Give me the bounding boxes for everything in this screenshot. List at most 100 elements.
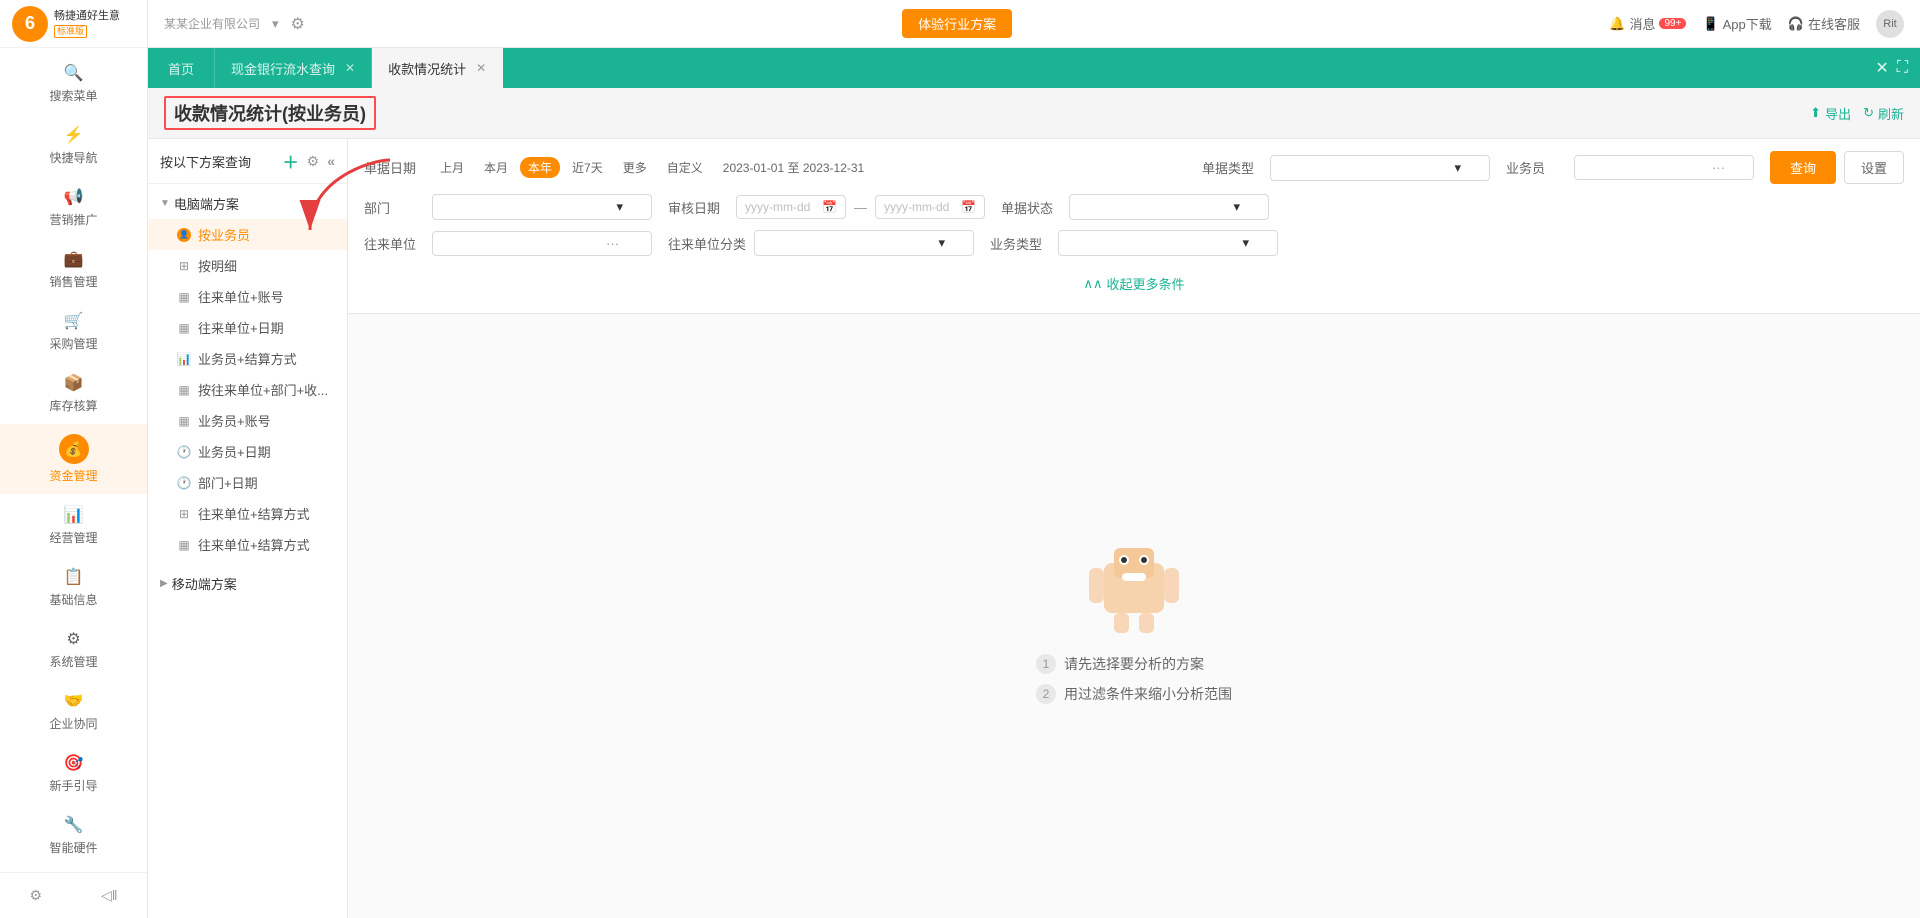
doc-status-select[interactable]: ▾ (1069, 194, 1269, 220)
collapse-bar[interactable]: ∧∧ 收起更多条件 (364, 266, 1904, 301)
tree-item-by-detail[interactable]: ⊞ 按明细 (148, 250, 347, 281)
sidebar-item-marketing[interactable]: 📢 营销推广 (0, 176, 147, 238)
refresh-icon: ↻ (1863, 105, 1874, 121)
sidebar-nav: 🔍 搜索菜单 ⚡ 快捷导航 📢 营销推广 💼 销售管理 🛒 采购管理 📦 库存核… (0, 48, 147, 872)
sidebar-item-basic-info[interactable]: 📋 基础信息 (0, 556, 147, 618)
table-icon-1: ▦ (176, 289, 192, 305)
mobile-section-title[interactable]: ▶ 移动端方案 (148, 568, 347, 599)
table-icon-5: ▦ (176, 537, 192, 553)
chevron-down-icon-4: ▾ (938, 235, 945, 251)
set-button[interactable]: 设置 (1844, 151, 1904, 184)
tree-item-by-salesperson-account[interactable]: ▦ 业务员+账号 (148, 405, 347, 436)
app-download-item[interactable]: 📱 App下载 (1702, 14, 1771, 33)
sidebar-item-guide[interactable]: 🎯 新手引导 (0, 742, 147, 804)
tab-collection-stat[interactable]: 收款情况统计 ✕ (372, 48, 503, 88)
review-date-group: yyyy-mm-dd 📅 — yyyy-mm-dd 📅 (736, 195, 985, 219)
tree-item-by-salesperson-date[interactable]: 🕐 业务员+日期 (148, 436, 347, 467)
left-panel: 按以下方案查询 ＋ ⚙ « ▼ 电脑端方案 👤 (148, 139, 348, 918)
empty-illustration (1074, 518, 1194, 638)
chevron-down-icon-2: ▾ (616, 199, 623, 215)
dept-select[interactable]: ▾ (432, 194, 652, 220)
review-date-start[interactable]: yyyy-mm-dd 📅 (736, 195, 846, 219)
chart-icon: 📊 (176, 351, 192, 367)
desktop-section: ▼ 电脑端方案 👤 按业务员 ⊞ 按明细 ▦ (148, 184, 347, 564)
date-tab-this-year[interactable]: 本年 (520, 157, 560, 178)
tree-item-by-dept-date[interactable]: 🕐 部门+日期 (148, 467, 347, 498)
add-scheme-btn[interactable]: ＋ (283, 149, 299, 173)
sidebar-item-enterprise[interactable]: 🤝 企业协同 (0, 680, 147, 742)
partner-category-label: 往来单位分类 (668, 234, 746, 253)
guide-icon: 🎯 (63, 752, 85, 774)
clock-icon-1: 🕐 (176, 444, 192, 460)
tab-bank-flow-close[interactable]: ✕ (345, 61, 355, 75)
scheme-settings-btn[interactable]: ⚙ (307, 153, 320, 170)
step-num-1: 1 (1036, 654, 1056, 674)
tree-item-by-unit-dept[interactable]: ▦ 按往来单位+部门+收... (148, 374, 347, 405)
more-options-icon-2[interactable]: ··· (606, 236, 619, 251)
tab-collection-stat-close[interactable]: ✕ (476, 61, 486, 75)
date-filter-item: 单据日期 上月 本月 本年 近7天 更多 自定义 2023-01-01 (364, 157, 864, 178)
close-all-tabs-btn[interactable]: ✕ (1875, 58, 1888, 78)
mobile-section: ▶ 移动端方案 (148, 564, 347, 603)
tree-item-by-unit-account[interactable]: ▦ 往来单位+账号 (148, 281, 347, 312)
date-tab-this-month[interactable]: 本月 (476, 157, 516, 178)
topbar-settings-icon[interactable]: ⚙ (291, 14, 305, 34)
salesperson-select[interactable]: ··· (1574, 155, 1754, 180)
purchase-icon: 🛒 (63, 310, 85, 332)
breadcrumb-dropdown-icon[interactable]: ▾ (272, 16, 279, 32)
collapse-up-icon: ∧∧ (1083, 276, 1102, 292)
smart-hw-icon: 🔧 (63, 814, 85, 836)
sidebar-item-inventory[interactable]: 📦 库存核算 (0, 362, 147, 424)
review-date-end[interactable]: yyyy-mm-dd 📅 (875, 195, 985, 219)
maximize-btn[interactable]: ⛶ (1897, 59, 1908, 77)
filter-row-3: 往来单位 ··· 往来单位分类 ▾ (364, 230, 1904, 256)
sidebar-item-sales[interactable]: 💼 销售管理 (0, 238, 147, 300)
sidebar-item-quick-nav[interactable]: ⚡ 快捷导航 (0, 114, 147, 176)
tree-item-by-unit-settlement1[interactable]: ⊞ 往来单位+结算方式 (148, 498, 347, 529)
sidebar-item-search-menu[interactable]: 🔍 搜索菜单 (0, 52, 147, 114)
more-options-icon-1[interactable]: ··· (1712, 160, 1725, 175)
sidebar-item-system[interactable]: ⚙ 系统管理 (0, 618, 147, 680)
tree-item-by-unit-settlement2[interactable]: ▦ 往来单位+结算方式 (148, 529, 347, 560)
dept-label: 部门 (364, 198, 424, 217)
collapse-sidebar-btn[interactable]: ◁‖ (97, 883, 122, 908)
salesperson-label: 业务员 (1506, 158, 1566, 177)
inventory-icon: 📦 (63, 372, 85, 394)
biz-type-select[interactable]: ▾ (1058, 230, 1278, 256)
tree-item-by-salesperson-settlement[interactable]: 📊 业务员+结算方式 (148, 343, 347, 374)
query-button[interactable]: 查询 (1770, 151, 1836, 184)
sidebar-item-operation[interactable]: 📊 经营管理 (0, 494, 147, 556)
settings-footer-btn[interactable]: ⚙ (25, 883, 46, 908)
doc-type-select[interactable]: ▾ (1270, 155, 1490, 181)
export-btn[interactable]: ⬆ 导出 (1810, 104, 1851, 123)
sidebar-item-purchase[interactable]: 🛒 采购管理 (0, 300, 147, 362)
tab-home[interactable]: 首页 (148, 48, 215, 88)
desktop-section-title[interactable]: ▼ 电脑端方案 (148, 188, 347, 219)
partner-select[interactable]: ··· (432, 231, 652, 256)
collapse-panel-btn[interactable]: « (327, 153, 335, 169)
sidebar-item-finance[interactable]: 💰 资金管理 (0, 424, 147, 494)
date-tab-custom[interactable]: 自定义 (659, 157, 711, 178)
date-tab-last-7[interactable]: 近7天 (564, 157, 611, 178)
date-range-display: 2023-01-01 至 2023-12-31 (723, 159, 864, 176)
online-service-item[interactable]: 🎧 在线客服 (1788, 14, 1860, 33)
tab-bank-flow[interactable]: 现金银行流水查询 ✕ (215, 48, 372, 88)
date-label: 单据日期 (364, 158, 424, 177)
user-avatar-item[interactable]: Rit (1876, 10, 1904, 38)
system-icon: ⚙ (63, 628, 85, 650)
tree-item-by-unit-date[interactable]: ▦ 往来单位+日期 (148, 312, 347, 343)
notifications-item[interactable]: 🔔 消息 99+ (1609, 14, 1686, 33)
tabbar: 首页 现金银行流水查询 ✕ 收款情况统计 ✕ ✕ ⛶ (148, 48, 1920, 88)
sidebar-item-smart-hw[interactable]: 🔧 智能硬件 (0, 804, 147, 866)
table-icon-2: ▦ (176, 320, 192, 336)
trial-btn[interactable]: 体验行业方案 (902, 9, 1012, 38)
topbar-left: 某某企业有限公司 ▾ ⚙ (164, 14, 305, 34)
tree-item-by-salesperson[interactable]: 👤 按业务员 (148, 219, 347, 250)
partner-category-select[interactable]: ▾ (754, 230, 974, 256)
table-icon-4: ▦ (176, 413, 192, 429)
partner-label: 往来单位 (364, 234, 424, 253)
sales-icon: 💼 (63, 248, 85, 270)
date-tab-more[interactable]: 更多 (615, 157, 655, 178)
refresh-btn[interactable]: ↻ 刷新 (1863, 104, 1904, 123)
date-tab-last-month[interactable]: 上月 (432, 157, 472, 178)
